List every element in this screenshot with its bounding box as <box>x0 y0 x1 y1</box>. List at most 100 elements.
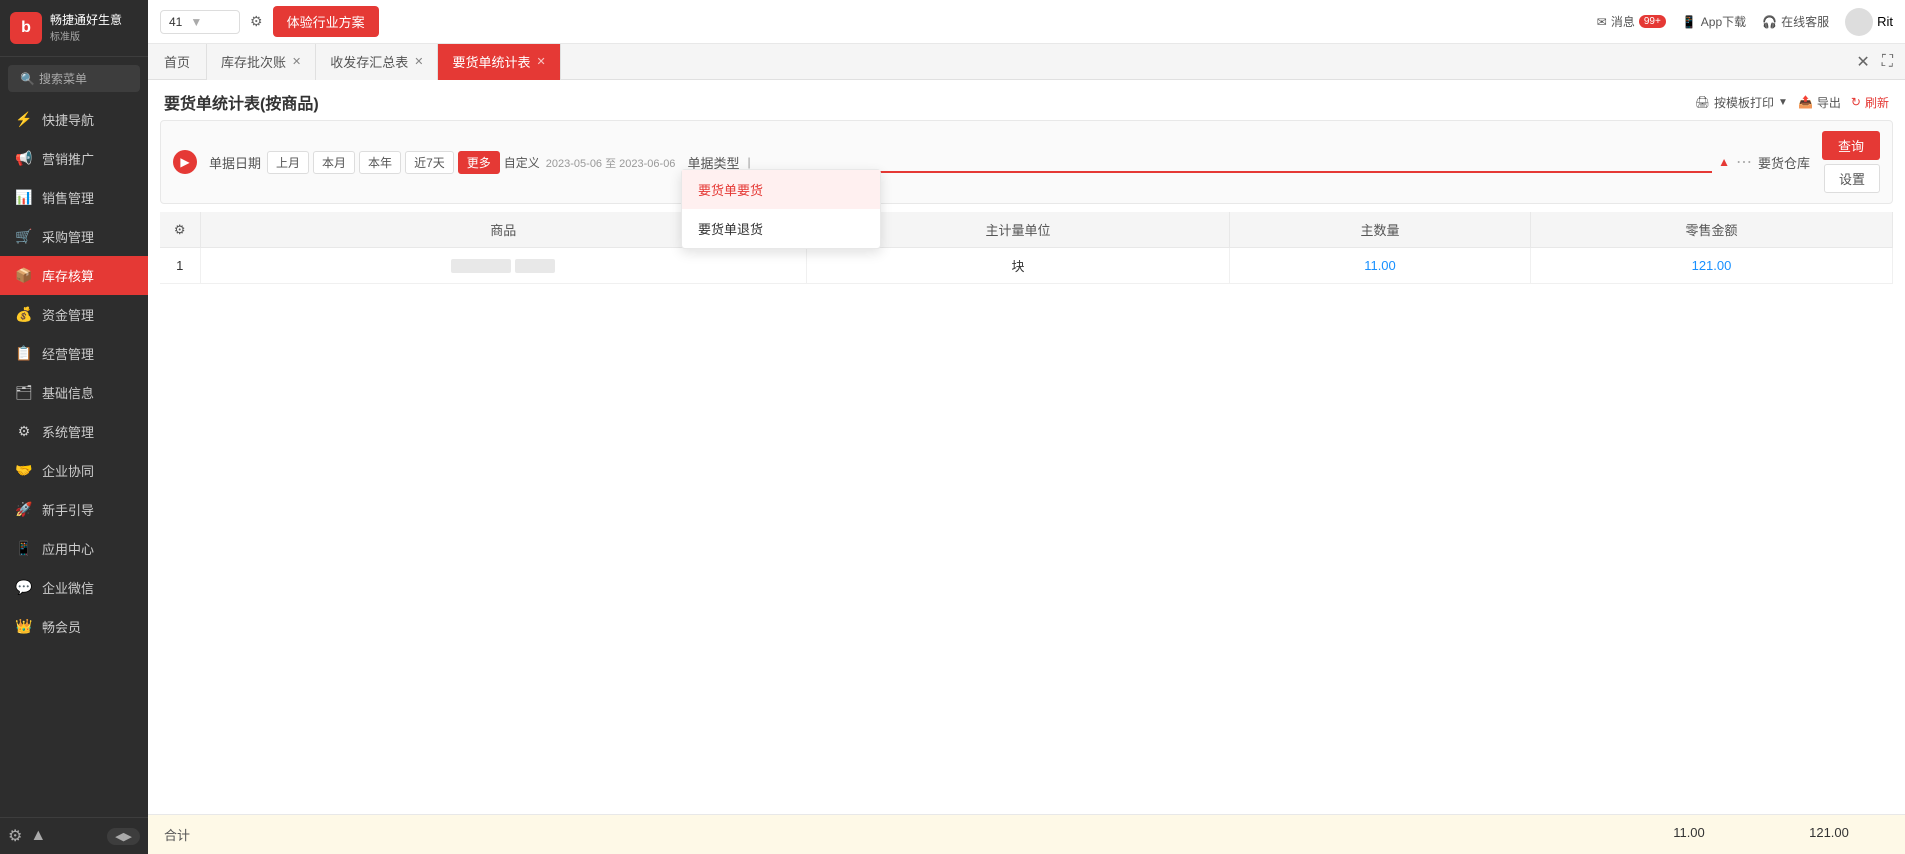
tab-close-icon[interactable]: ✕ <box>414 55 423 68</box>
sidebar-item-label: 库存核算 <box>42 266 94 285</box>
sidebar-item-label: 企业协同 <box>42 461 94 480</box>
type-dropdown-arrow[interactable]: ▲ <box>1718 155 1730 169</box>
sidebar-item-finance[interactable]: 💰 资金管理 <box>0 295 148 334</box>
settings-btn[interactable]: 设置 <box>1824 164 1880 193</box>
dropdown-item-require-goods[interactable]: 要货单要货 <box>682 170 880 209</box>
main-area: 41 ▼ ⚙ 体验行业方案 ✉ 消息 99+ 📱 App下载 🎧 在线客服 Ri… <box>148 0 1905 854</box>
sidebar-item-inventory[interactable]: 📦 库存核算 <box>0 256 148 295</box>
product-name-placeholder <box>451 259 511 273</box>
sidebar-collapse-btn[interactable]: ◀ ▶ <box>107 828 140 845</box>
sidebar-nav: ⚡ 快捷导航 📢 营销推广 📊 销售管理 🛒 采购管理 📦 库存核算 💰 资金管… <box>0 100 148 817</box>
table-footer: 合计 11.00 121.00 <box>148 814 1905 854</box>
search-menu-label: 搜索菜单 <box>39 70 87 87</box>
date-btn-this-year[interactable]: 本年 <box>359 151 401 174</box>
user-area[interactable]: Rit <box>1845 8 1893 36</box>
col-settings[interactable]: ⚙ <box>160 212 200 248</box>
sidebar-item-label: 应用中心 <box>42 539 94 558</box>
table-row: 1 块 11.00 121.00 <box>160 248 1893 284</box>
operation-icon: 📋 <box>14 345 34 362</box>
col-amount: 零售金额 <box>1530 212 1892 248</box>
content-area: 要货单统计表(按商品) 🖨 按模板打印 ▼ 📤 导出 ↻ 刷新 ▶ <box>148 80 1905 854</box>
query-btn[interactable]: 查询 <box>1822 131 1880 160</box>
export-btn[interactable]: 📤 导出 <box>1798 94 1841 111</box>
topbar: 41 ▼ ⚙ 体验行业方案 ✉ 消息 99+ 📱 App下载 🎧 在线客服 Ri… <box>148 0 1905 44</box>
guide-icon: 🚀 <box>14 501 34 518</box>
print-label: 按模板打印 <box>1714 94 1774 111</box>
sidebar-item-system[interactable]: ⚙ 系统管理 <box>0 412 148 451</box>
sidebar-item-label: 采购管理 <box>42 227 94 246</box>
sidebar-item-marketing[interactable]: 📢 营销推广 <box>0 139 148 178</box>
tab-close-icon[interactable]: ✕ <box>537 55 546 68</box>
date-btn-last-month[interactable]: 上月 <box>267 151 309 174</box>
sidebar-item-label: 企业微信 <box>42 578 94 597</box>
wechat-icon: 💬 <box>14 579 34 596</box>
filter-more-icon[interactable]: ⋯ <box>1736 152 1752 172</box>
sidebar-item-enterprise[interactable]: 🤝 企业协同 <box>0 451 148 490</box>
sidebar-bottom: ⚙ ▲ ◀ ▶ <box>0 817 148 854</box>
type-input[interactable] <box>759 152 1713 173</box>
date-btn-more[interactable]: 更多 <box>458 151 500 174</box>
tab-close-icon[interactable]: ✕ <box>292 55 301 68</box>
print-btn[interactable]: 🖨 按模板打印 ▼ <box>1695 94 1788 111</box>
date-btn-this-month[interactable]: 本月 <box>313 151 355 174</box>
user-name: Rit <box>1877 14 1893 29</box>
footer-label: 合计 <box>164 825 190 844</box>
data-table: ⚙ 商品 主计量单位 主数量 零售金额 <box>160 212 1893 284</box>
app-icon: 📱 <box>1682 15 1697 29</box>
sidebar-logo: b 畅捷通好生意 标准版 <box>0 0 148 57</box>
amount-link[interactable]: 121.00 <box>1692 258 1732 273</box>
sidebar-item-sales[interactable]: 📊 销售管理 <box>0 178 148 217</box>
app-download-btn[interactable]: 📱 App下载 <box>1682 13 1746 30</box>
logo-text-block: 畅捷通好生意 标准版 <box>50 13 122 44</box>
logo-sub: 标准版 <box>50 28 122 43</box>
sidebar-item-quick-nav[interactable]: ⚡ 快捷导航 <box>0 100 148 139</box>
cell-qty: 11.00 <box>1230 248 1531 284</box>
sidebar-item-basic[interactable]: 🗂 基础信息 <box>0 373 148 412</box>
filter-expand-btn[interactable]: ▶ <box>173 150 197 174</box>
online-service-btn[interactable]: 🎧 在线客服 <box>1762 13 1829 30</box>
refresh-icon: ↻ <box>1851 95 1861 109</box>
tab-home[interactable]: 首页 <box>148 44 207 80</box>
tab-label: 收发存汇总表 <box>330 52 408 71</box>
dropdown-item-label: 要货单要货 <box>698 183 763 198</box>
sidebar-item-operation[interactable]: 📋 经营管理 <box>0 334 148 373</box>
tab-expand-icon[interactable]: ⛶ <box>1878 53 1897 71</box>
sidebar-item-member[interactable]: 👑 畅会员 <box>0 607 148 646</box>
online-service-label: 在线客服 <box>1781 13 1829 30</box>
sidebar-item-wechat[interactable]: 💬 企业微信 <box>0 568 148 607</box>
company-selector[interactable]: 41 ▼ <box>160 10 240 34</box>
search-menu-button[interactable]: 🔍 搜索菜单 <box>8 65 140 92</box>
finance-icon: 💰 <box>14 306 34 323</box>
tab-receive-summary[interactable]: 收发存汇总表 ✕ <box>316 44 438 80</box>
sidebar-item-app-center[interactable]: 📱 应用中心 <box>0 529 148 568</box>
refresh-btn[interactable]: ↻ 刷新 <box>1851 94 1889 111</box>
date-btn-7days[interactable]: 近7天 <box>405 151 454 174</box>
system-icon: ⚙ <box>14 423 34 440</box>
dropdown-item-require-return[interactable]: 要货单退货 <box>682 209 880 248</box>
qty-link[interactable]: 11.00 <box>1364 258 1396 273</box>
topbar-gear-icon[interactable]: ⚙ <box>250 13 263 30</box>
inventory-icon: 📦 <box>14 267 34 284</box>
export-label: 导出 <box>1817 94 1841 111</box>
sidebar-item-purchase[interactable]: 🛒 采购管理 <box>0 217 148 256</box>
date-btn-custom[interactable]: 自定义 <box>504 154 540 171</box>
date-filter-group: 单据日期 上月 本月 本年 近7天 更多 自定义 2023-05-06 至 20… <box>209 151 675 174</box>
tab-label: 库存批次账 <box>221 52 286 71</box>
message-btn[interactable]: ✉ 消息 99+ <box>1597 13 1666 30</box>
cell-amount: 121.00 <box>1530 248 1892 284</box>
table-header-row: ⚙ 商品 主计量单位 主数量 零售金额 <box>160 212 1893 248</box>
sidebar-item-label: 基础信息 <box>42 383 94 402</box>
print-arrow-icon: ▼ <box>1778 97 1788 108</box>
footer-qty: 11.00 <box>1629 825 1749 844</box>
sidebar-item-guide[interactable]: 🚀 新手引导 <box>0 490 148 529</box>
cell-product <box>200 248 806 284</box>
tab-order-stats[interactable]: 要货单统计表 ✕ <box>438 44 560 80</box>
enterprise-icon: 🤝 <box>14 462 34 479</box>
footer-amount: 121.00 <box>1769 825 1889 844</box>
user-avatar <box>1845 8 1873 36</box>
scroll-indicator: ▲ <box>30 827 46 845</box>
trial-btn[interactable]: 体验行业方案 <box>273 6 379 37</box>
tab-inventory-batch[interactable]: 库存批次账 ✕ <box>207 44 316 80</box>
tab-close-all-icon[interactable]: ✕ <box>1852 52 1873 72</box>
settings-icon[interactable]: ⚙ <box>8 826 22 846</box>
